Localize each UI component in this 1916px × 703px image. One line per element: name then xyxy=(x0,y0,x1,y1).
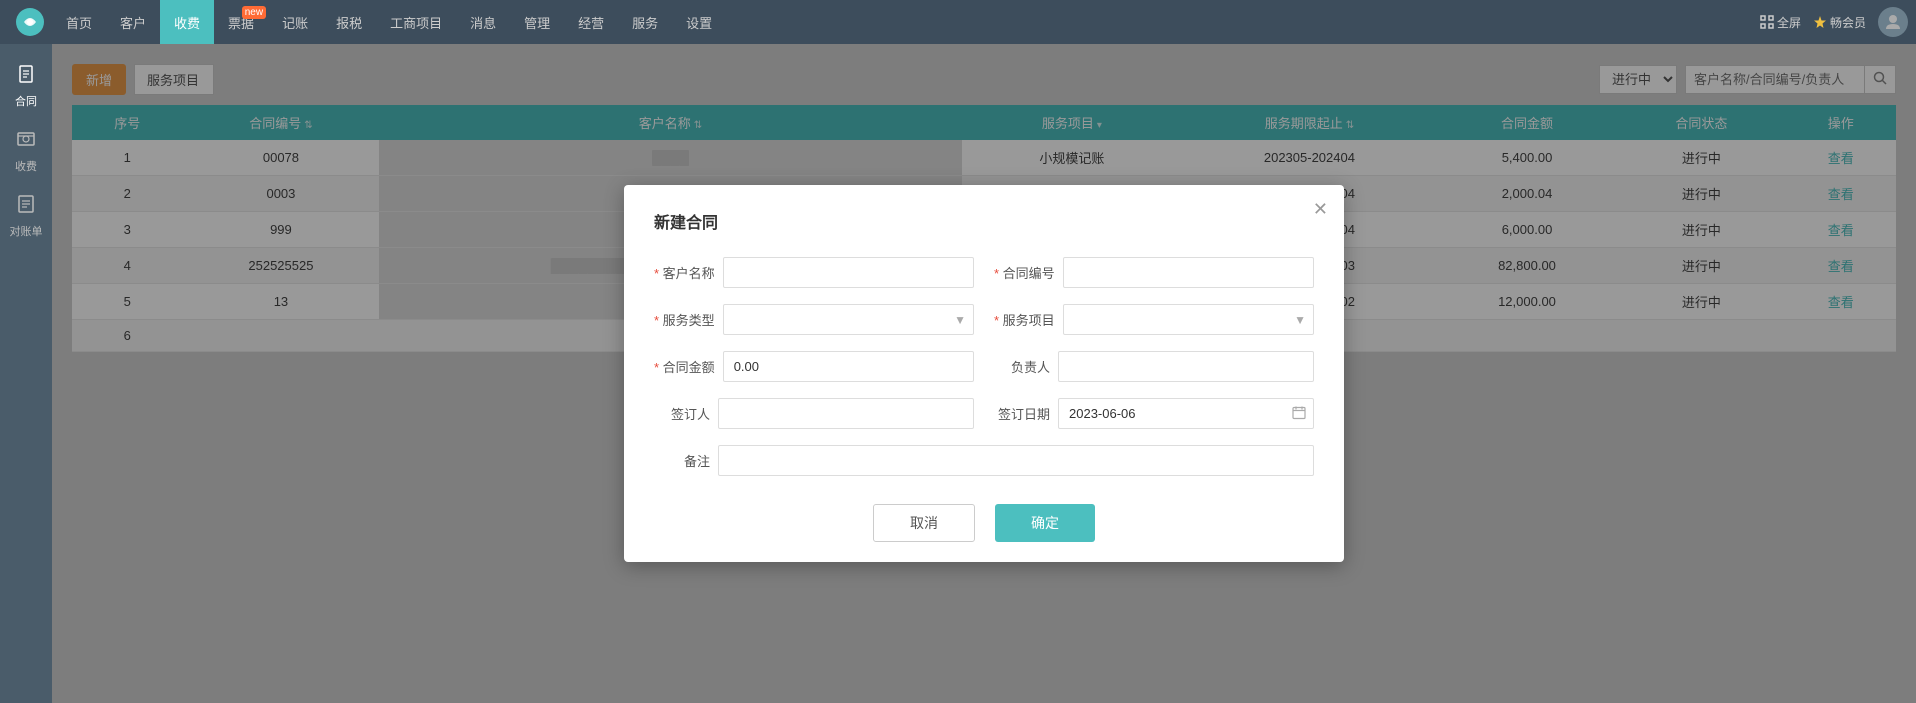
form-group-service-item: 服务项目 ▼ xyxy=(994,304,1314,335)
form-group-signatory: 签订人 xyxy=(654,398,974,429)
amount-label: 合同金额 xyxy=(654,357,715,376)
form-row-1: 客户名称 合同编号 xyxy=(654,257,1314,288)
customer-name-input[interactable] xyxy=(723,257,974,288)
nav-items: 首页 客户 收费 票据 new 记账 报税 工商项目 消息 管理 经营 服务 设… xyxy=(52,0,1760,44)
cancel-button[interactable]: 取消 xyxy=(873,504,975,542)
new-badge: new xyxy=(242,6,266,19)
service-type-label: 服务类型 xyxy=(654,310,715,329)
nav-jingying[interactable]: 经营 xyxy=(564,0,618,44)
nav-client[interactable]: 客户 xyxy=(106,0,160,44)
nav-jizhi[interactable]: 记账 xyxy=(268,0,322,44)
sidebar-item-shoufei[interactable]: 收费 xyxy=(0,119,52,184)
modal-close-button[interactable]: ✕ xyxy=(1313,199,1328,220)
signatory-label: 签订人 xyxy=(654,404,710,423)
modal-title: 新建合同 xyxy=(654,209,1314,233)
sidebar-label-shoufei: 收费 xyxy=(15,158,37,174)
logo-icon xyxy=(16,8,44,36)
confirm-button[interactable]: 确定 xyxy=(995,504,1095,542)
service-type-select[interactable] xyxy=(723,304,974,335)
nav-gongshang[interactable]: 工商项目 xyxy=(376,0,456,44)
sidebar-label-duizhang: 对账单 xyxy=(10,223,43,239)
form-group-service-type: 服务类型 ▼ xyxy=(654,304,974,335)
sidebar: 合同 收费 对账单 xyxy=(0,44,52,703)
nav-xiaoxi[interactable]: 消息 xyxy=(456,0,510,44)
service-item-wrapper: ▼ xyxy=(1063,304,1314,335)
modal-overlay: 新建合同 ✕ 客户名称 合同编号 服务类型 xyxy=(52,44,1916,703)
service-item-select[interactable] xyxy=(1063,304,1314,335)
form-group-remark: 备注 xyxy=(654,445,1314,476)
sign-date-label: 签订日期 xyxy=(994,404,1050,423)
duizhang-icon xyxy=(16,194,36,219)
responsible-label: 负责人 xyxy=(994,357,1050,376)
nav-fuwu[interactable]: 服务 xyxy=(618,0,672,44)
nav-piaoju[interactable]: 票据 new xyxy=(214,0,268,44)
content-area: 新增 服务项目 进行中 已完成 已终止 序号 合同编号⇅ 客户名称⇅ xyxy=(52,44,1916,703)
sidebar-item-hetong[interactable]: 合同 xyxy=(0,54,52,119)
top-navigation: 首页 客户 收费 票据 new 记账 报税 工商项目 消息 管理 经营 服务 设… xyxy=(0,0,1916,44)
customer-name-label: 客户名称 xyxy=(654,263,715,282)
sign-date-input[interactable] xyxy=(1058,398,1314,429)
service-type-wrapper: ▼ xyxy=(723,304,974,335)
contract-no-input[interactable] xyxy=(1063,257,1314,288)
form-row-4: 签订人 签订日期 xyxy=(654,398,1314,429)
signatory-input[interactable] xyxy=(718,398,974,429)
remark-label: 备注 xyxy=(654,451,710,470)
amount-input[interactable] xyxy=(723,351,974,382)
form-row-3: 合同金额 负责人 xyxy=(654,351,1314,382)
sign-date-wrapper xyxy=(1058,398,1314,429)
shoufei-icon xyxy=(16,129,36,154)
form-group-sign-date: 签订日期 xyxy=(994,398,1314,429)
responsible-input[interactable] xyxy=(1058,351,1314,382)
remark-input[interactable] xyxy=(718,445,1314,476)
modal-footer: 取消 确定 xyxy=(654,504,1314,542)
app-logo[interactable] xyxy=(8,0,52,44)
nav-baoshui[interactable]: 报税 xyxy=(322,0,376,44)
fullscreen-button[interactable]: 全屏 xyxy=(1760,14,1801,31)
nav-shoufei[interactable]: 收费 xyxy=(160,0,214,44)
nav-shezhi[interactable]: 设置 xyxy=(672,0,726,44)
contract-icon xyxy=(16,64,36,89)
new-contract-modal: 新建合同 ✕ 客户名称 合同编号 服务类型 xyxy=(624,185,1344,562)
nav-guanli[interactable]: 管理 xyxy=(510,0,564,44)
service-item-label: 服务项目 xyxy=(994,310,1055,329)
form-group-customer: 客户名称 xyxy=(654,257,974,288)
form-group-contract-no: 合同编号 xyxy=(994,257,1314,288)
form-row-2: 服务类型 ▼ 服务项目 ▼ xyxy=(654,304,1314,335)
sidebar-label-hetong: 合同 xyxy=(15,93,37,109)
form-group-responsible: 负责人 xyxy=(994,351,1314,382)
form-row-5: 备注 xyxy=(654,445,1314,476)
nav-right: 全屏 畅会员 xyxy=(1760,7,1908,37)
main-layout: 合同 收费 对账单 新增 服务项目 进行中 已完成 已终止 xyxy=(0,44,1916,703)
contract-no-label: 合同编号 xyxy=(994,263,1055,282)
member-button[interactable]: 畅会员 xyxy=(1813,14,1866,31)
calendar-icon[interactable] xyxy=(1292,405,1306,422)
sidebar-item-duizhang[interactable]: 对账单 xyxy=(0,184,52,249)
nav-home[interactable]: 首页 xyxy=(52,0,106,44)
form-group-amount: 合同金额 xyxy=(654,351,974,382)
user-avatar[interactable] xyxy=(1878,7,1908,37)
